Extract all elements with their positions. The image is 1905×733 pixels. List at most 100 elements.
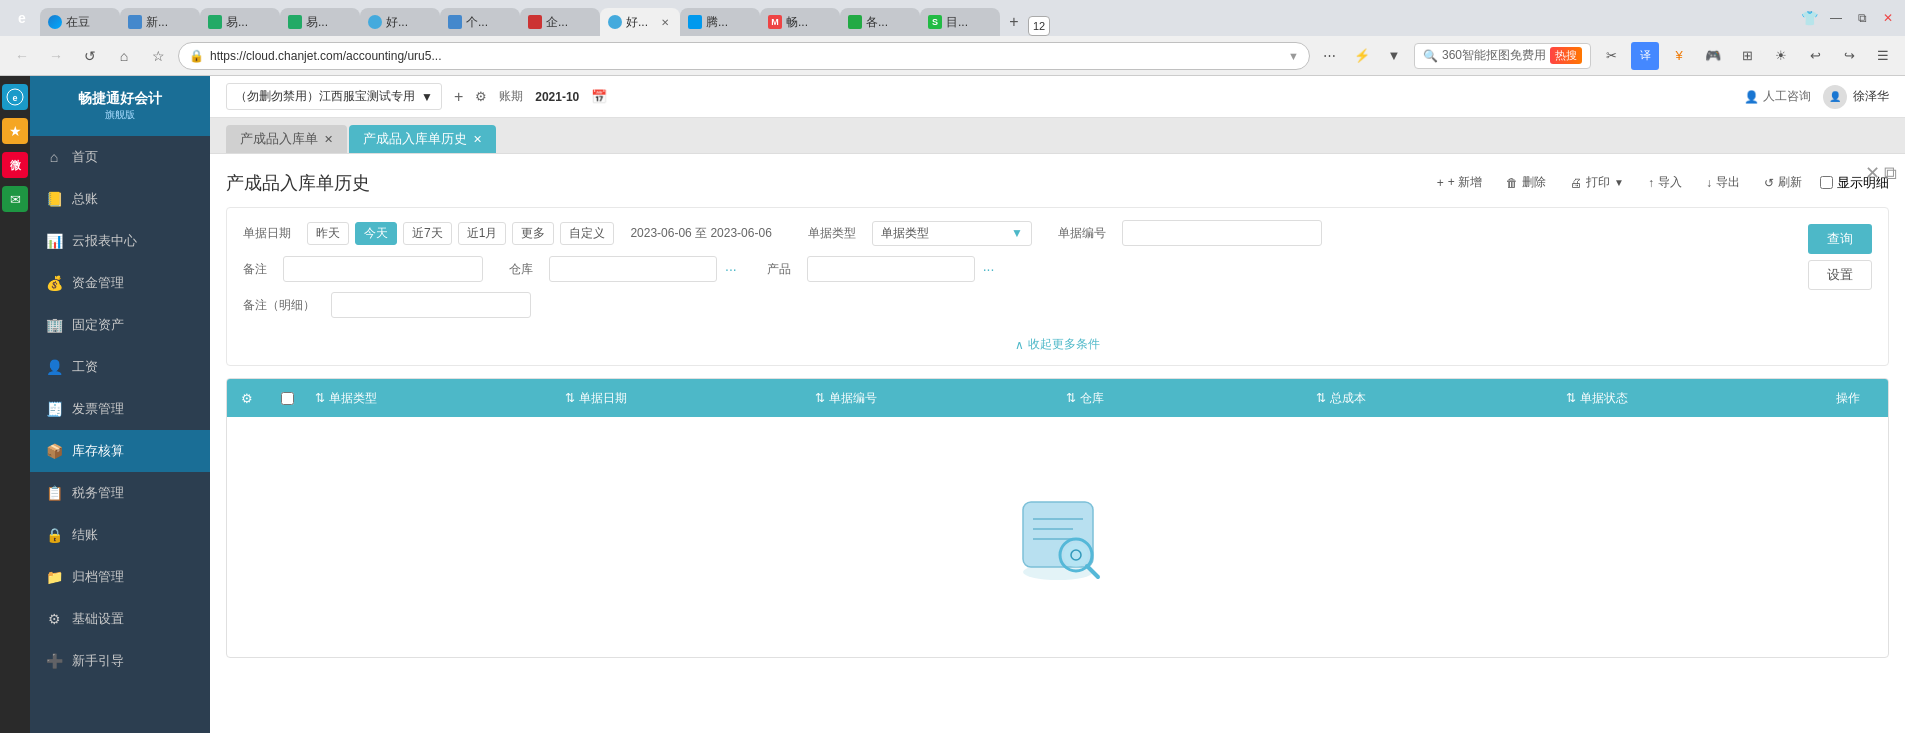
th-number[interactable]: ⇅ 单据编号: [807, 390, 1057, 407]
product-filter-input[interactable]: [807, 256, 975, 282]
sidebar-weibo-icon[interactable]: 微: [2, 152, 28, 178]
yesterday-btn[interactable]: 昨天: [307, 222, 349, 245]
new-btn[interactable]: + + 新增: [1431, 170, 1488, 195]
nav-item-settings[interactable]: ⚙ 基础设置: [30, 598, 210, 640]
collapse-conditions-btn[interactable]: ∧ 收起更多条件: [1015, 336, 1100, 353]
bookmark-button[interactable]: ☆: [144, 42, 172, 70]
detail-remark-filter-input[interactable]: [331, 292, 531, 318]
import-btn[interactable]: ↑ 导入: [1642, 170, 1688, 195]
browser-tab[interactable]: 易...: [280, 8, 360, 36]
th-status[interactable]: ⇅ 单据状态: [1558, 390, 1808, 407]
dropdown-button[interactable]: ▼: [1380, 42, 1408, 70]
browser-tab[interactable]: 腾...: [680, 8, 760, 36]
browser-tab[interactable]: S 目...: [920, 8, 1000, 36]
sidebar-mail-icon[interactable]: ✉: [2, 186, 28, 212]
address-bar[interactable]: 🔒 https://cloud.chanjet.com/accounting/u…: [178, 42, 1310, 70]
page-tab-history[interactable]: 产成品入库单历史 ✕: [349, 125, 496, 153]
scissors-icon[interactable]: ✂: [1597, 42, 1625, 70]
nav-item-inventory[interactable]: 📦 库存核算: [30, 430, 210, 472]
browser-tab[interactable]: 易...: [200, 8, 280, 36]
undo-icon[interactable]: ↩: [1801, 42, 1829, 70]
company-selector[interactable]: （勿删勿禁用）江西服宝测试专用 ▼: [226, 83, 442, 110]
refresh-btn[interactable]: ↺ 刷新: [1758, 170, 1808, 195]
nav-item-close[interactable]: 🔒 结账: [30, 514, 210, 556]
more-date-btn[interactable]: 更多: [512, 222, 554, 245]
th-date[interactable]: ⇅ 单据日期: [557, 390, 807, 407]
nav-item-archive[interactable]: 📁 归档管理: [30, 556, 210, 598]
yuan-icon[interactable]: ¥: [1665, 42, 1693, 70]
tab-title: 好...: [386, 14, 432, 31]
forward-button[interactable]: →: [42, 42, 70, 70]
restore-button[interactable]: ⧉: [1853, 9, 1871, 27]
show-detail-checkbox[interactable]: [1820, 176, 1833, 189]
settings-topbar-icon[interactable]: ⚙: [475, 89, 487, 104]
close-button[interactable]: ✕: [1879, 9, 1897, 27]
add-company-btn[interactable]: +: [454, 88, 463, 106]
week-btn[interactable]: 近7天: [403, 222, 452, 245]
window-ctrl-shirt[interactable]: 👕: [1799, 8, 1819, 28]
browser-tab[interactable]: 个...: [440, 8, 520, 36]
select-all-checkbox[interactable]: [281, 392, 294, 405]
set-button[interactable]: 设置: [1808, 260, 1872, 290]
warehouse-more-icon[interactable]: ···: [721, 261, 741, 277]
page-tab-history-close[interactable]: ✕: [473, 133, 482, 146]
refresh-browser-button[interactable]: ↺: [76, 42, 104, 70]
sidebar-star-icon[interactable]: ★: [2, 118, 28, 144]
page-tab-list-close[interactable]: ✕: [324, 133, 333, 146]
new-tab-button[interactable]: +: [1000, 8, 1028, 36]
extensions-button[interactable]: ⋯: [1316, 42, 1344, 70]
grid-icon[interactable]: ⊞: [1733, 42, 1761, 70]
remark-filter-input[interactable]: [283, 256, 483, 282]
panel-expand-icon[interactable]: ⧉: [1884, 163, 1897, 184]
print-btn[interactable]: 🖨 打印 ▼: [1564, 170, 1630, 195]
browser-tab[interactable]: 各...: [840, 8, 920, 36]
th-type[interactable]: ⇅ 单据类型: [307, 390, 557, 407]
delete-btn[interactable]: 🗑 删除: [1500, 170, 1552, 195]
query-button[interactable]: 查询: [1808, 224, 1872, 254]
export-btn[interactable]: ↓ 导出: [1700, 170, 1746, 195]
search-box[interactable]: 🔍 360智能抠图免费用 热搜: [1414, 43, 1591, 69]
nav-item-tax[interactable]: 📋 税务管理: [30, 472, 210, 514]
redo-icon[interactable]: ↪: [1835, 42, 1863, 70]
nav-item-invoice[interactable]: 🧾 发票管理: [30, 388, 210, 430]
translate-btn[interactable]: 译: [1631, 42, 1659, 70]
sun-icon[interactable]: ☀: [1767, 42, 1795, 70]
th-warehouse[interactable]: ⇅ 仓库: [1058, 390, 1308, 407]
month-btn[interactable]: 近1月: [458, 222, 507, 245]
browser-tab[interactable]: 企...: [520, 8, 600, 36]
browser-tab[interactable]: 在豆: [40, 8, 120, 36]
nav-item-reports[interactable]: 📊 云报表中心: [30, 220, 210, 262]
address-dropdown[interactable]: ▼: [1288, 50, 1299, 62]
nav-item-assets[interactable]: 🏢 固定资产: [30, 304, 210, 346]
today-btn[interactable]: 今天: [355, 222, 397, 245]
warehouse-filter-input[interactable]: [549, 256, 717, 282]
tab-close-button[interactable]: ✕: [658, 15, 672, 29]
lightning-button[interactable]: ⚡: [1348, 42, 1376, 70]
browser-tab[interactable]: 新...: [120, 8, 200, 36]
product-more-icon[interactable]: ···: [979, 261, 999, 277]
custom-date-btn[interactable]: 自定义: [560, 222, 614, 245]
nav-item-finance[interactable]: 💰 资金管理: [30, 262, 210, 304]
calendar-icon[interactable]: 📅: [591, 89, 607, 104]
type-filter-select[interactable]: 单据类型 ▼: [872, 221, 1032, 246]
user-service-btn[interactable]: 👤 人工咨询: [1744, 88, 1811, 105]
nav-item-home[interactable]: ⌂ 首页: [30, 136, 210, 178]
browser-tab[interactable]: M 畅...: [760, 8, 840, 36]
table-settings-icon[interactable]: ⚙: [227, 391, 267, 406]
home-browser-button[interactable]: ⌂: [110, 42, 138, 70]
minimize-button[interactable]: —: [1827, 9, 1845, 27]
th-cost[interactable]: ⇅ 总成本: [1308, 390, 1558, 407]
browser-tab[interactable]: 好...: [360, 8, 440, 36]
browser-tab-active[interactable]: 好... ✕: [600, 8, 680, 36]
menu-icon[interactable]: ☰: [1869, 42, 1897, 70]
game-icon[interactable]: 🎮: [1699, 42, 1727, 70]
table-select-all[interactable]: [267, 392, 307, 405]
page-tab-list[interactable]: 产成品入库单 ✕: [226, 125, 347, 153]
number-filter-input[interactable]: [1122, 220, 1322, 246]
sidebar-app-icon[interactable]: e: [2, 84, 28, 110]
nav-item-salary[interactable]: 👤 工资: [30, 346, 210, 388]
back-button[interactable]: ←: [8, 42, 36, 70]
panel-close-icon[interactable]: ✕: [1865, 162, 1880, 184]
nav-item-ledger[interactable]: 📒 总账: [30, 178, 210, 220]
nav-item-more[interactable]: ➕ 新手引导: [30, 640, 210, 682]
